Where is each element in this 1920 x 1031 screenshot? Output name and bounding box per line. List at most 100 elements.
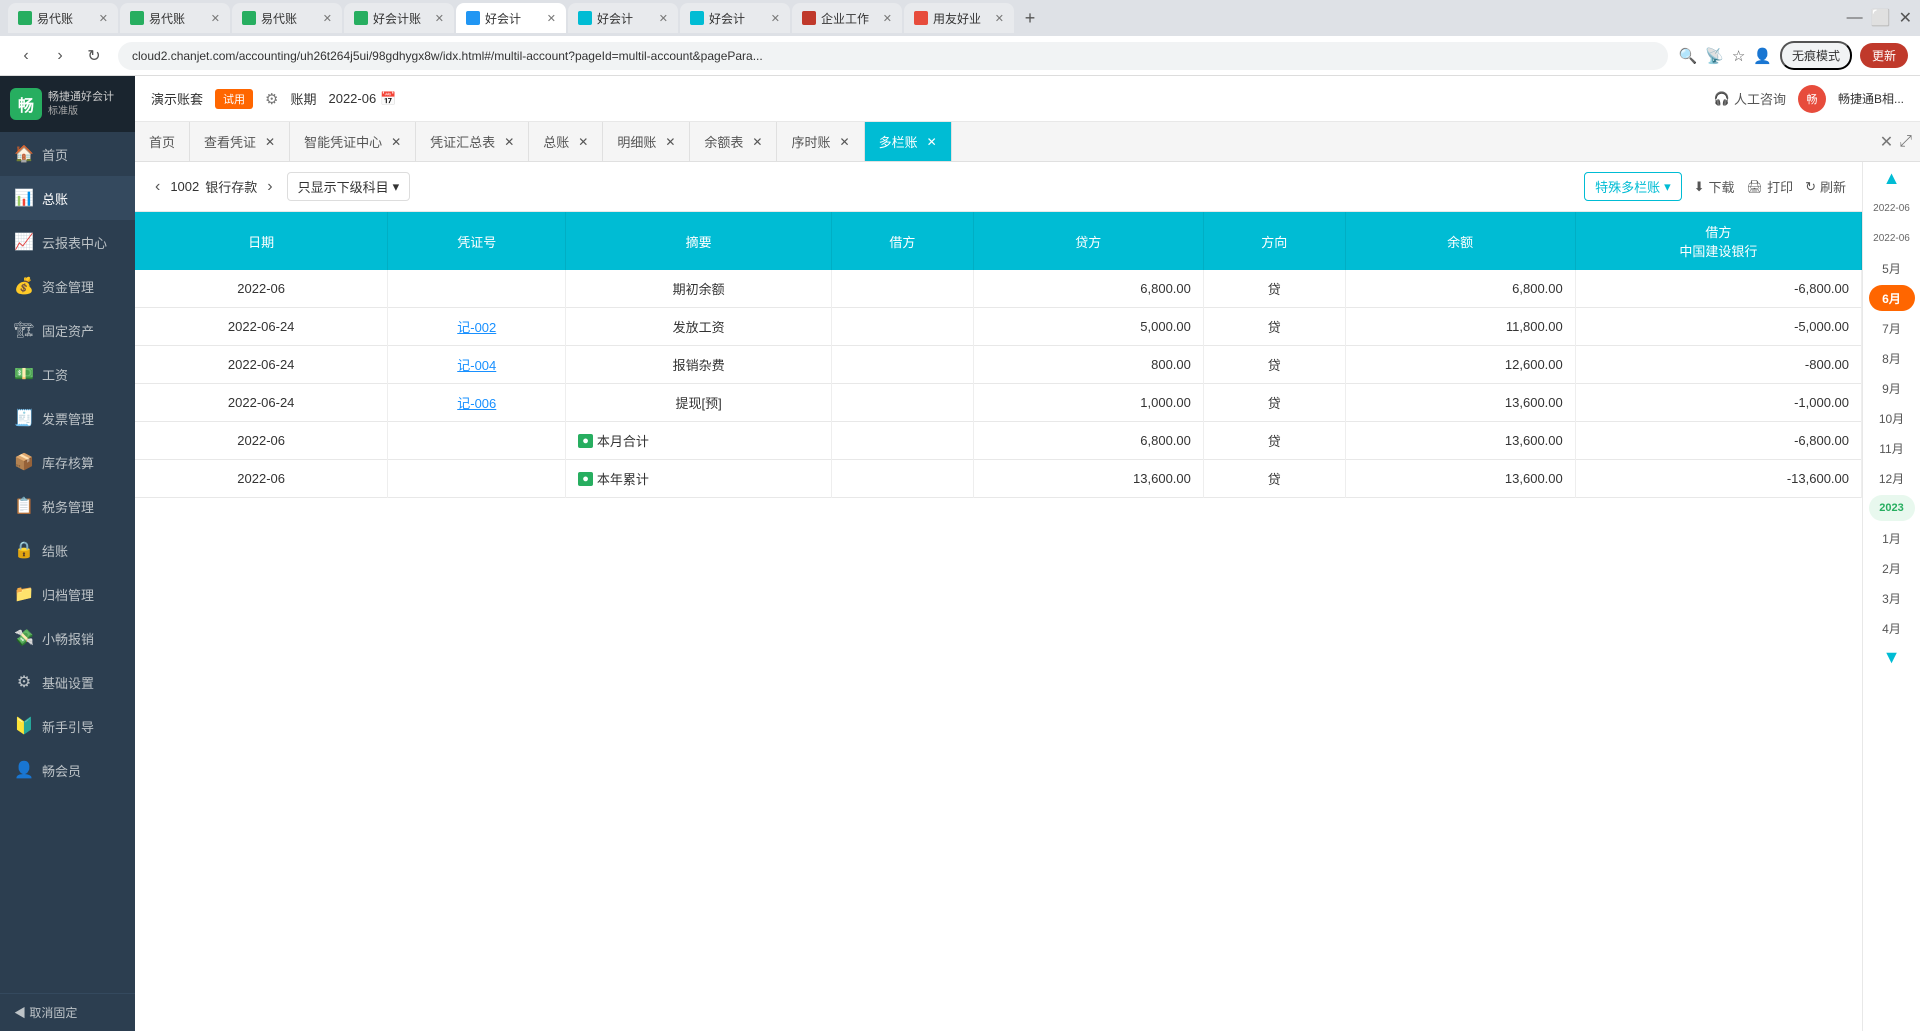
tab-journal[interactable]: 序时账 ✕ <box>777 122 864 162</box>
browser-tab-9[interactable]: 用友好业 ✕ <box>904 3 1014 33</box>
tab-close-6[interactable]: ✕ <box>659 12 668 25</box>
tab-smart-voucher[interactable]: 智能凭证中心 ✕ <box>290 122 416 162</box>
tab-journal-close[interactable]: ✕ <box>840 135 850 149</box>
month-5[interactable]: 5月 <box>1869 255 1915 281</box>
settings-gear-icon[interactable]: ⚙ <box>265 90 278 108</box>
browser-tab-1[interactable]: 易代账 ✕ <box>8 3 118 33</box>
cell-voucher-link[interactable]: 记-006 <box>388 384 566 422</box>
tab-detail-ledger[interactable]: 明细账 ✕ <box>603 122 690 162</box>
sidebar-item-funds[interactable]: 💰 资金管理 <box>0 264 135 308</box>
tab-close-2[interactable]: ✕ <box>211 12 220 25</box>
tab-close-7[interactable]: ✕ <box>771 12 780 25</box>
month-8[interactable]: 8月 <box>1869 345 1915 371</box>
tab-home[interactable]: 首页 <box>135 122 190 162</box>
sidebar-footer[interactable]: ◀ 取消固定 <box>0 993 135 1031</box>
cell-voucher-link[interactable]: 记-002 <box>388 308 566 346</box>
tab-detail-ledger-close[interactable]: ✕ <box>665 135 675 149</box>
sidebar-item-assets[interactable]: 🏗 固定资产 <box>0 308 135 352</box>
month-11[interactable]: 11月 <box>1869 435 1915 461</box>
browser-tab-2[interactable]: 易代账 ✕ <box>120 3 230 33</box>
sidebar-item-close[interactable]: 🔒 结账 <box>0 528 135 572</box>
month-2023-2[interactable]: 2月 <box>1869 555 1915 581</box>
sidebar-item-ledger[interactable]: 📊 总账 <box>0 176 135 220</box>
month-scroll-up[interactable]: ▲ <box>1883 168 1901 189</box>
sidebar-item-salary[interactable]: 💵 工资 <box>0 352 135 396</box>
user-avatar[interactable]: 畅 <box>1798 85 1826 113</box>
sidebar-item-tax[interactable]: 📋 税务管理 <box>0 484 135 528</box>
sidebar-item-member[interactable]: 👤 畅会员 <box>0 748 135 792</box>
month-2023-3[interactable]: 3月 <box>1869 585 1915 611</box>
month-2023-4[interactable]: 4月 <box>1869 615 1915 641</box>
filter-select[interactable]: 只显示下级科目 ▾ <box>287 172 411 201</box>
tab-balance-close[interactable]: ✕ <box>752 135 762 149</box>
tab-view-voucher[interactable]: 查看凭证 ✕ <box>190 122 290 162</box>
download-button[interactable]: ⬇ 下载 <box>1694 177 1735 196</box>
sidebar-item-settings[interactable]: ⚙ 基础设置 <box>0 660 135 704</box>
browser-tab-6[interactable]: 好会计 ✕ <box>568 3 678 33</box>
search-icon[interactable]: 🔍 <box>1678 47 1697 65</box>
prev-account-button[interactable]: ‹ <box>151 176 164 198</box>
sidebar-item-inventory[interactable]: 📦 库存核算 <box>0 440 135 484</box>
tab-smart-voucher-close[interactable]: ✕ <box>391 135 401 149</box>
month-6[interactable]: 6月 <box>1869 285 1915 311</box>
silent-mode-button[interactable]: 无痕模式 <box>1780 41 1852 70</box>
url-bar[interactable]: cloud2.chanjet.com/accounting/uh26t264j5… <box>118 42 1668 70</box>
month-12[interactable]: 12月 <box>1869 465 1915 491</box>
month-scroll-down[interactable]: ▼ <box>1883 647 1901 668</box>
sidebar-item-home[interactable]: 🏠 首页 <box>0 132 135 176</box>
tab-close-4[interactable]: ✕ <box>435 12 444 25</box>
tab-general-ledger[interactable]: 总账 ✕ <box>529 122 603 162</box>
month-10[interactable]: 10月 <box>1869 405 1915 431</box>
minimize-button[interactable]: — <box>1847 9 1863 27</box>
tab-close-9[interactable]: ✕ <box>995 12 1004 25</box>
expand-tabs-icon[interactable]: ⤢ <box>1899 133 1912 151</box>
tab-close-3[interactable]: ✕ <box>323 12 332 25</box>
cell-voucher-link[interactable]: 记-004 <box>388 346 566 384</box>
tab-close-8[interactable]: ✕ <box>883 12 892 25</box>
next-account-button[interactable]: › <box>263 176 276 198</box>
sidebar-item-guide[interactable]: 🔰 新手引导 <box>0 704 135 748</box>
back-button[interactable]: ‹ <box>12 42 40 70</box>
tab-view-voucher-close[interactable]: ✕ <box>265 135 275 149</box>
special-multicolumn-button[interactable]: 特殊多栏账 ▾ <box>1584 172 1682 201</box>
profile-icon[interactable]: 👤 <box>1753 47 1772 65</box>
browser-tab-8[interactable]: 企业工作 ✕ <box>792 3 902 33</box>
close-button[interactable]: ✕ <box>1899 8 1912 28</box>
tab-balance[interactable]: 余额表 ✕ <box>690 122 777 162</box>
cell-date: 2022-06 <box>135 460 388 498</box>
bookmark-icon[interactable]: ☆ <box>1732 47 1745 65</box>
period-value[interactable]: 2022-06 📅 <box>328 91 396 107</box>
browser-tab-3[interactable]: 易代账 ✕ <box>232 3 342 33</box>
browser-tab-5[interactable]: 好会计 ✕ <box>456 3 566 33</box>
month-7[interactable]: 7月 <box>1869 315 1915 341</box>
tab-close-1[interactable]: ✕ <box>99 12 108 25</box>
browser-tab-4[interactable]: 好会计账 ✕ <box>344 3 454 33</box>
sidebar-item-archive[interactable]: 📁 归档管理 <box>0 572 135 616</box>
tab-voucher-summary-close[interactable]: ✕ <box>504 135 514 149</box>
month-2023-1[interactable]: 1月 <box>1869 525 1915 551</box>
sidebar-item-invoice[interactable]: 🧾 发票管理 <box>0 396 135 440</box>
browser-tab-7[interactable]: 好会计 ✕ <box>680 3 790 33</box>
col-voucher: 凭证号 <box>388 212 566 270</box>
tab-multi-column[interactable]: 多栏账 ✕ <box>865 122 952 162</box>
refresh-button[interactable]: ↻ 刷新 <box>1805 177 1846 196</box>
help-button[interactable]: 🎧 人工咨询 <box>1714 89 1786 108</box>
print-button[interactable]: 🖨 打印 <box>1747 177 1794 196</box>
month-9[interactable]: 9月 <box>1869 375 1915 401</box>
reload-button[interactable]: ↻ <box>80 42 108 70</box>
tab-close-5[interactable]: ✕ <box>547 12 556 25</box>
new-tab-button[interactable]: + <box>1016 4 1044 32</box>
update-button[interactable]: 更新 <box>1860 43 1908 68</box>
account-name: 演示账套 <box>151 89 203 108</box>
tab-multi-column-close[interactable]: ✕ <box>927 135 937 149</box>
cell-debit <box>832 384 974 422</box>
forward-button[interactable]: › <box>46 42 74 70</box>
cast-icon[interactable]: 📡 <box>1705 47 1724 65</box>
status-badge[interactable]: 试用 <box>215 89 253 109</box>
sidebar-item-expense[interactable]: 💸 小畅报销 <box>0 616 135 660</box>
sidebar-item-report[interactable]: 📈 云报表中心 <box>0 220 135 264</box>
collapse-tabs-icon[interactable]: ✕ <box>1880 132 1893 152</box>
tab-general-ledger-close[interactable]: ✕ <box>578 135 588 149</box>
maximize-button[interactable]: ⬜ <box>1871 8 1891 28</box>
tab-voucher-summary[interactable]: 凭证汇总表 ✕ <box>416 122 529 162</box>
